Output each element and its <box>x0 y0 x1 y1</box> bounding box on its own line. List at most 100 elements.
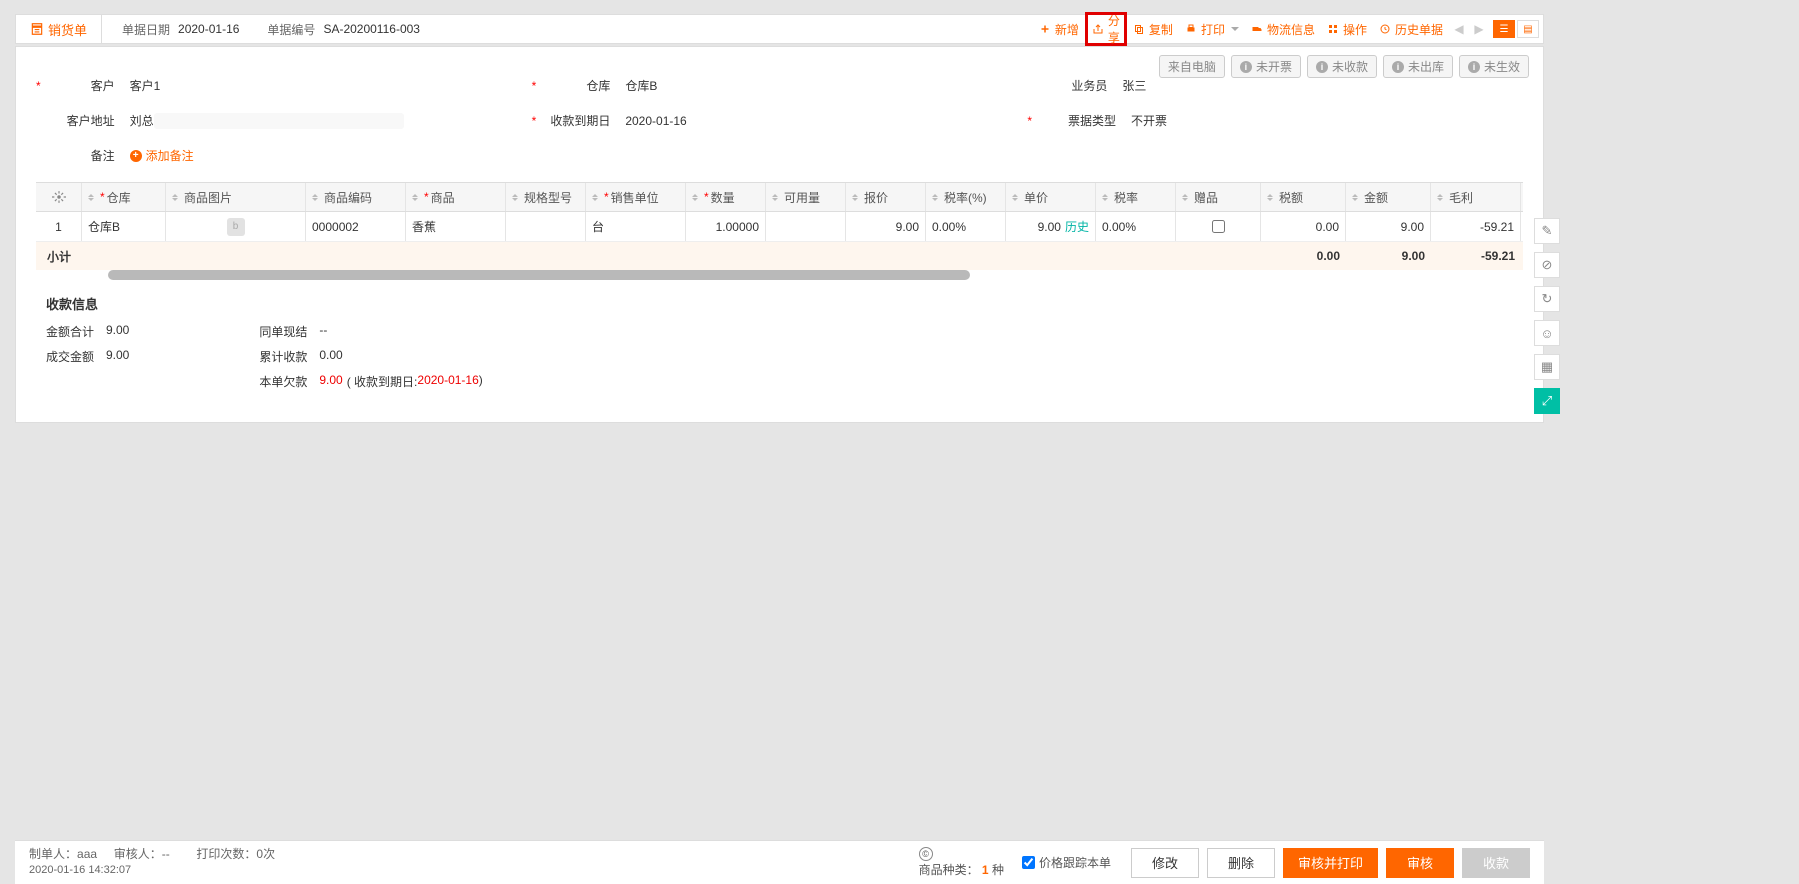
top-bar: 销货单 单据日期 2020-01-16 单据编号 SA-20200116-003… <box>15 14 1544 44</box>
pay-due-label: 收款到期日 <box>540 112 610 129</box>
rail-expand-icon[interactable]: ⤢ <box>1534 388 1560 414</box>
cell-code[interactable]: 0000002 <box>306 212 406 241</box>
view-toggles: ☰ ▤ <box>1489 15 1543 43</box>
col-image[interactable]: 商品图片 <box>166 183 306 211</box>
prev-page-button[interactable]: ◀ <box>1449 15 1469 43</box>
remark-label: 备注 <box>45 147 115 164</box>
cell-amount: 9.00 <box>1346 212 1431 241</box>
gift-checkbox[interactable] <box>1212 220 1225 233</box>
doc-date-label: 单据日期 <box>122 21 170 38</box>
rail-refresh-icon[interactable]: ↻ <box>1534 286 1560 312</box>
salesman-value[interactable]: 张三 <box>1122 77 1146 94</box>
grid-icon <box>1327 23 1339 35</box>
warehouse-value[interactable]: 仓库B <box>625 77 657 94</box>
share-button-highlighted[interactable]: 分享 <box>1085 12 1127 46</box>
truck-icon <box>1251 23 1263 35</box>
col-gross[interactable]: 毛利 <box>1431 183 1521 211</box>
cell-tax-rate-pct[interactable]: 0.00% <box>926 212 1006 241</box>
top-order-info: 单据日期 2020-01-16 单据编号 SA-20200116-003 <box>102 21 448 38</box>
cell-sell-unit[interactable]: 台 <box>586 212 686 241</box>
pay-due-value[interactable]: 2020-01-16 <box>625 114 686 128</box>
logistics-button[interactable]: 物流信息 <box>1245 15 1321 43</box>
cell-tax-rate[interactable]: 0.00% <box>1096 212 1176 241</box>
copy-button[interactable]: 复制 <box>1127 15 1179 43</box>
col-tax-amount[interactable]: 税额 <box>1261 183 1346 211</box>
cell-gift[interactable] <box>1176 212 1261 241</box>
new-button[interactable]: 新增 <box>1033 15 1085 43</box>
col-available[interactable]: 可用量 <box>766 183 846 211</box>
deal-value: 9.00 <box>106 348 129 365</box>
col-spec[interactable]: 规格型号 <box>506 183 586 211</box>
invoice-type-value[interactable]: 不开票 <box>1131 112 1167 129</box>
cell-spec[interactable] <box>506 212 586 241</box>
badge-no-outbound: i未出库 <box>1383 55 1453 78</box>
col-qty[interactable]: *数量 <box>686 183 766 211</box>
add-remark-text: 添加备注 <box>146 147 194 164</box>
history-label: 历史单据 <box>1395 21 1443 38</box>
payment-info-section: 收款信息 金额合计9.00 成交金额9.00 同单现结-- 累计收款0.00 本… <box>36 284 1523 412</box>
pay-col-right: 同单现结-- 累计收款0.00 本单欠款 9.00 ( 收款到期日: 2020-… <box>259 323 482 398</box>
cell-quote[interactable]: 9.00 <box>846 212 926 241</box>
copy-icon <box>1133 23 1145 35</box>
col-warehouse[interactable]: *仓库 <box>82 183 166 211</box>
delete-button[interactable]: 删除 <box>1207 848 1275 878</box>
cell-unit-price[interactable]: 9.00历史 <box>1006 212 1096 241</box>
badge-not-effective: i未生效 <box>1459 55 1529 78</box>
cell-idx: 1 <box>36 212 82 241</box>
audit-print-button[interactable]: 审核并打印 <box>1283 848 1378 878</box>
cust-addr-value[interactable]: 刘总 <box>130 112 154 129</box>
cell-image[interactable]: b <box>166 212 306 241</box>
form-grid: *客户客户1 *仓库仓库B 业务员张三 *客户地址刘总 *收款到期日2020-0… <box>36 77 1523 164</box>
warehouse-label: 仓库 <box>540 77 610 94</box>
badge-no-invoice-label: 未开票 <box>1256 58 1292 75</box>
view-list-toggle[interactable]: ☰ <box>1493 20 1515 38</box>
collect-button[interactable]: 收款 <box>1462 848 1530 878</box>
horizontal-scrollbar[interactable] <box>36 270 1523 280</box>
price-history-link[interactable]: 历史 <box>1065 218 1089 235</box>
owe-note-date: 2020-01-16 <box>417 373 478 390</box>
table-row[interactable]: 1 仓库B b 0000002 香蕉 台 1.00000 9.00 0.00% … <box>36 212 1523 242</box>
product-kinds-suffix: 种 <box>992 863 1004 877</box>
gear-icon <box>52 190 66 204</box>
logistics-label: 物流信息 <box>1267 21 1315 38</box>
owe-note-prefix: ( 收款到期日: <box>347 373 418 390</box>
add-remark-button[interactable]: +添加备注 <box>130 147 194 164</box>
col-product[interactable]: *商品 <box>406 183 506 211</box>
owe-note-suffix: ) <box>479 373 483 390</box>
next-page-button[interactable]: ▶ <box>1469 15 1489 43</box>
cell-warehouse[interactable]: 仓库B <box>82 212 166 241</box>
footer-left-info: 制单人：aaa 审核人：-- 打印次数：0次 2020-01-16 14:32:… <box>29 846 275 878</box>
col-sell-unit[interactable]: *销售单位 <box>586 183 686 211</box>
rail-attach-icon[interactable]: ⊘ <box>1534 252 1560 278</box>
status-badges: 来自电脑 i未开票 i未收款 i未出库 i未生效 <box>1159 55 1529 78</box>
cell-product[interactable]: 香蕉 <box>406 212 506 241</box>
print-button[interactable]: 打印 <box>1179 15 1245 43</box>
col-unit-price[interactable]: 单价 <box>1006 183 1096 211</box>
scrollbar-thumb[interactable] <box>108 270 970 280</box>
rail-note-icon[interactable]: ✎ <box>1534 218 1560 244</box>
history-button[interactable]: 历史单据 <box>1373 15 1449 43</box>
info-icon: i <box>1468 61 1480 73</box>
rail-record-icon[interactable]: ▦ <box>1534 354 1560 380</box>
col-settings[interactable] <box>36 183 82 211</box>
col-amount[interactable]: 金额 <box>1346 183 1431 211</box>
col-gift[interactable]: 赠品 <box>1176 183 1261 211</box>
modify-button[interactable]: 修改 <box>1131 848 1199 878</box>
total-value: 9.00 <box>106 323 129 340</box>
col-quote[interactable]: 报价 <box>846 183 926 211</box>
col-tax-rate-pct[interactable]: 税率(%) <box>926 183 1006 211</box>
cell-gross: -59.21 <box>1431 212 1521 241</box>
col-tax-rate[interactable]: 税率 <box>1096 183 1176 211</box>
rail-user-icon[interactable]: ☺ <box>1534 320 1560 346</box>
cell-qty[interactable]: 1.00000 <box>686 212 766 241</box>
price-follow-checkbox-wrap[interactable]: 价格跟踪本单 <box>1022 854 1111 871</box>
audit-button[interactable]: 审核 <box>1386 848 1454 878</box>
customer-value[interactable]: 客户1 <box>130 77 161 94</box>
price-follow-checkbox[interactable] <box>1022 856 1035 869</box>
print-icon <box>1185 23 1197 35</box>
tab-sales-order[interactable]: 销货单 <box>16 15 102 43</box>
salesman-label: 业务员 <box>1027 77 1107 94</box>
view-card-toggle[interactable]: ▤ <box>1517 20 1539 38</box>
operate-button[interactable]: 操作 <box>1321 15 1373 43</box>
col-code[interactable]: 商品编码 <box>306 183 406 211</box>
